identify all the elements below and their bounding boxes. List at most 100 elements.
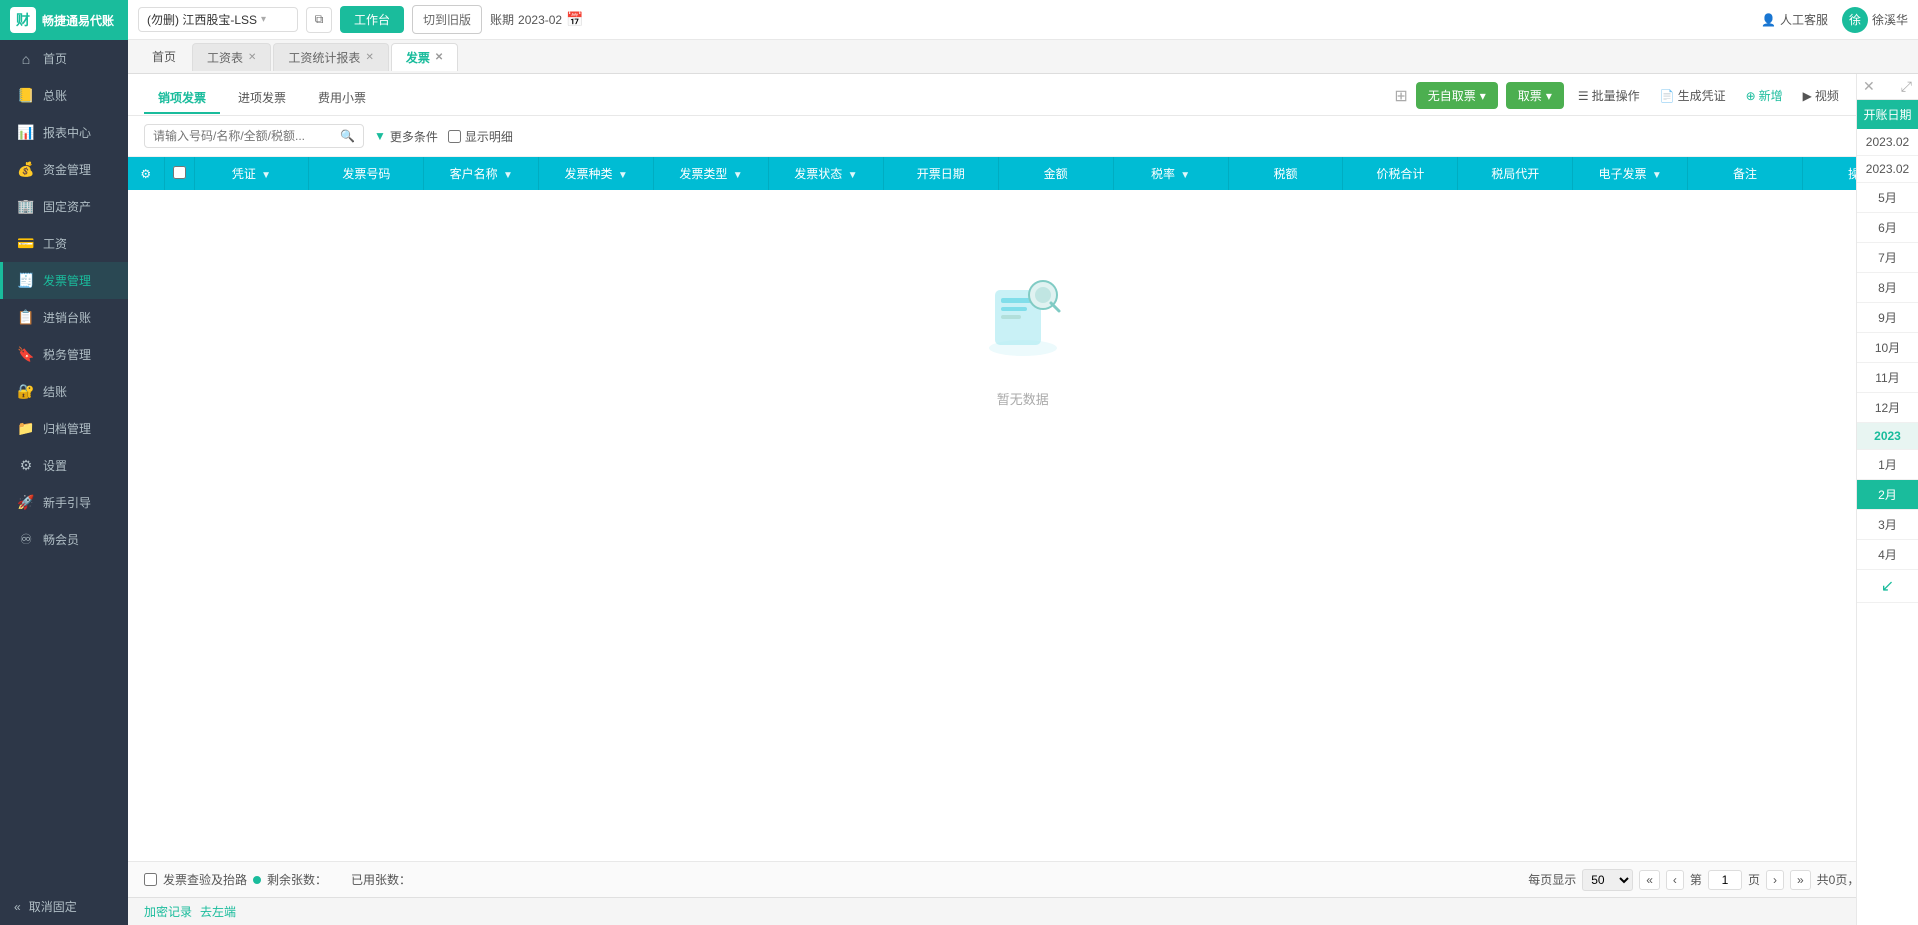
logo-icon: 财 bbox=[10, 7, 36, 33]
date-panel-2023-month-1[interactable]: 1月 bbox=[1857, 450, 1918, 480]
page-input[interactable] bbox=[1708, 870, 1742, 890]
more-filters-button[interactable]: ▼ 更多条件 bbox=[374, 128, 438, 145]
no-ticket-label: 无自取票 bbox=[1428, 87, 1476, 104]
copy-button[interactable]: ⧉ bbox=[306, 7, 332, 33]
user-name: 徐溪华 bbox=[1872, 11, 1908, 28]
no-ticket-button[interactable]: 无自取票 ▾ bbox=[1416, 82, 1498, 109]
search-input[interactable] bbox=[153, 129, 336, 143]
select-all-checkbox[interactable] bbox=[173, 166, 186, 179]
sidebar-item-sales[interactable]: 📋 进销台账 bbox=[0, 299, 128, 336]
calendar-icon[interactable]: 📅 bbox=[566, 11, 583, 28]
date-panel-month-6[interactable]: 6月 bbox=[1857, 213, 1918, 243]
take-ticket-button[interactable]: 取票 ▾ bbox=[1506, 82, 1564, 109]
date-panel-month-11[interactable]: 11月 bbox=[1857, 363, 1918, 393]
support-item[interactable]: 👤 人工客服 bbox=[1761, 11, 1828, 28]
tab-salary[interactable]: 工资表 ✕ bbox=[192, 43, 271, 71]
date-panel-2023-month-4[interactable]: 4月 bbox=[1857, 540, 1918, 570]
subtab-bar: 销项发票 进项发票 费用小票 ⊞ 无自取票 ▾ 取票 ▾ ☰ bbox=[128, 74, 1918, 116]
date-panel-month-12[interactable]: 12月 bbox=[1857, 393, 1918, 423]
col-customer: 客户名称 ▼ bbox=[424, 157, 539, 190]
subtab-expense-label: 费用小票 bbox=[318, 91, 366, 105]
col-invoice-type2-filter[interactable]: ▼ bbox=[733, 170, 743, 181]
date-panel-2023-month-2[interactable]: 2月 bbox=[1857, 480, 1918, 510]
company-dropdown-arrow: ▾ bbox=[261, 14, 266, 25]
sidebar-item-guide[interactable]: 🚀 新手引导 bbox=[0, 484, 128, 521]
tab-invoice-close[interactable]: ✕ bbox=[435, 52, 443, 63]
date-panel-header[interactable]: 开账日期 bbox=[1857, 100, 1918, 129]
subtab-sales-invoice[interactable]: 销项发票 bbox=[144, 83, 220, 114]
tab-home[interactable]: 首页 bbox=[138, 43, 190, 71]
show-details-checkbox[interactable] bbox=[448, 130, 461, 143]
company-selector[interactable]: (勿删) 江西股宝-LSS ▾ bbox=[138, 7, 298, 32]
generate-voucher-button[interactable]: 📄 生成凭证 bbox=[1654, 83, 1732, 108]
next-page-btn[interactable]: › bbox=[1766, 870, 1784, 890]
tax-icon: 🔖 bbox=[17, 346, 35, 363]
prev-page-btn[interactable]: ‹ bbox=[1666, 870, 1684, 890]
sidebar-item-tax[interactable]: 🔖 税务管理 bbox=[0, 336, 128, 373]
new-button[interactable]: ⊕ 新增 bbox=[1740, 83, 1789, 108]
sidebar-item-invoice[interactable]: 🧾 发票管理 bbox=[0, 262, 128, 299]
sidebar-pin-btn[interactable]: « 取消固定 bbox=[0, 888, 128, 925]
tab-salary-report[interactable]: 工资统计报表 ✕ bbox=[273, 43, 388, 71]
sidebar-item-archive[interactable]: 📁 归档管理 bbox=[0, 410, 128, 447]
sidebar-item-settings[interactable]: ⚙ 设置 bbox=[0, 447, 128, 484]
sidebar-item-ledger[interactable]: 📒 总账 bbox=[0, 77, 128, 114]
tab-invoice[interactable]: 发票 ✕ bbox=[391, 43, 458, 71]
support-label: 人工客服 bbox=[1780, 11, 1828, 28]
month-5-label: 5月 bbox=[1878, 191, 1897, 205]
date-panel-month-10[interactable]: 10月 bbox=[1857, 333, 1918, 363]
subtab-purchase-invoice[interactable]: 进项发票 bbox=[224, 83, 300, 114]
date-panel-month-9[interactable]: 9月 bbox=[1857, 303, 1918, 333]
sidebar-item-home[interactable]: ⌂ 首页 bbox=[0, 40, 128, 77]
col-checkbox[interactable] bbox=[164, 157, 194, 190]
date-panel-close-row: ✕ ⤢ bbox=[1857, 74, 1918, 100]
last-page-btn[interactable]: » bbox=[1790, 870, 1811, 890]
old-version-button[interactable]: 切到旧版 bbox=[412, 5, 482, 34]
date-panel-period-2[interactable]: 2023.02 bbox=[1857, 156, 1918, 183]
user-item[interactable]: 徐 徐溪华 bbox=[1842, 7, 1908, 33]
tab-salary-report-close[interactable]: ✕ bbox=[365, 52, 373, 63]
date-panel-bottom-icon[interactable]: ↙ bbox=[1857, 570, 1918, 603]
table-wrap: ⚙ 凭证 ▼ 发票号码 客户名称 ▼ 发票种类 ▼ 发票类型 ▼ 发票状态 ▼ … bbox=[128, 157, 1918, 861]
page-size-select[interactable]: 20 50 100 bbox=[1582, 869, 1633, 891]
first-page-btn[interactable]: « bbox=[1639, 870, 1660, 890]
col-settings[interactable]: ⚙ bbox=[128, 157, 164, 190]
batch-op-button[interactable]: ☰ 批量操作 bbox=[1572, 83, 1646, 108]
ledger-icon: 📒 bbox=[17, 87, 35, 104]
col-invoice-status-filter[interactable]: ▼ bbox=[848, 170, 858, 181]
show-details-checkbox-label[interactable]: 显示明细 bbox=[448, 128, 513, 145]
workspace-button[interactable]: 工作台 bbox=[340, 6, 404, 33]
subtab-expense-receipt[interactable]: 费用小票 bbox=[304, 83, 380, 114]
tab-salary-close[interactable]: ✕ bbox=[248, 52, 256, 63]
tab-salary-report-label: 工资统计报表 bbox=[288, 49, 360, 66]
assets-icon: 🏢 bbox=[17, 198, 35, 215]
col-tax-rate-filter[interactable]: ▼ bbox=[1180, 170, 1190, 181]
archive-icon: 📁 bbox=[17, 420, 35, 437]
col-invoice-type1-filter[interactable]: ▼ bbox=[618, 170, 628, 181]
date-panel-close-btn[interactable]: ✕ bbox=[1863, 78, 1875, 95]
content-area: 销项发票 进项发票 费用小票 ⊞ 无自取票 ▾ 取票 ▾ ☰ bbox=[128, 74, 1918, 925]
col-customer-filter[interactable]: ▼ bbox=[503, 170, 513, 181]
video-button[interactable]: ▶ 视频 bbox=[1797, 83, 1845, 108]
date-panel-expand-btn[interactable]: ⤢ bbox=[1901, 78, 1912, 95]
sidebar-item-salary[interactable]: 💳 工资 bbox=[0, 225, 128, 262]
col-remarks: 备注 bbox=[1688, 157, 1803, 190]
date-panel-period-1[interactable]: 2023.02 bbox=[1857, 129, 1918, 156]
date-panel-2023-month-3[interactable]: 3月 bbox=[1857, 510, 1918, 540]
tab-bar: 首页 工资表 ✕ 工资统计报表 ✕ 发票 ✕ bbox=[128, 40, 1918, 74]
batch-op-label: 批量操作 bbox=[1592, 87, 1640, 104]
encrypt-record-link[interactable]: 加密记录 bbox=[144, 903, 192, 920]
sidebar-item-member[interactable]: ♾ 畅会员 bbox=[0, 521, 128, 558]
date-panel-month-5[interactable]: 5月 bbox=[1857, 183, 1918, 213]
support-icon: 👤 bbox=[1761, 13, 1776, 27]
col-voucher-filter[interactable]: ▼ bbox=[261, 170, 271, 181]
date-panel-month-8[interactable]: 8月 bbox=[1857, 273, 1918, 303]
sidebar-item-funds[interactable]: 💰 资金管理 bbox=[0, 151, 128, 188]
sidebar-item-assets[interactable]: 🏢 固定资产 bbox=[0, 188, 128, 225]
footer-check-checkbox[interactable] bbox=[144, 873, 157, 886]
sidebar-item-closing[interactable]: 🔐 结账 bbox=[0, 373, 128, 410]
go-left-link[interactable]: 去左端 bbox=[200, 903, 236, 920]
sidebar-item-reports[interactable]: 📊 报表中心 bbox=[0, 114, 128, 151]
date-panel-month-7[interactable]: 7月 bbox=[1857, 243, 1918, 273]
col-eticket-filter[interactable]: ▼ bbox=[1652, 170, 1662, 181]
